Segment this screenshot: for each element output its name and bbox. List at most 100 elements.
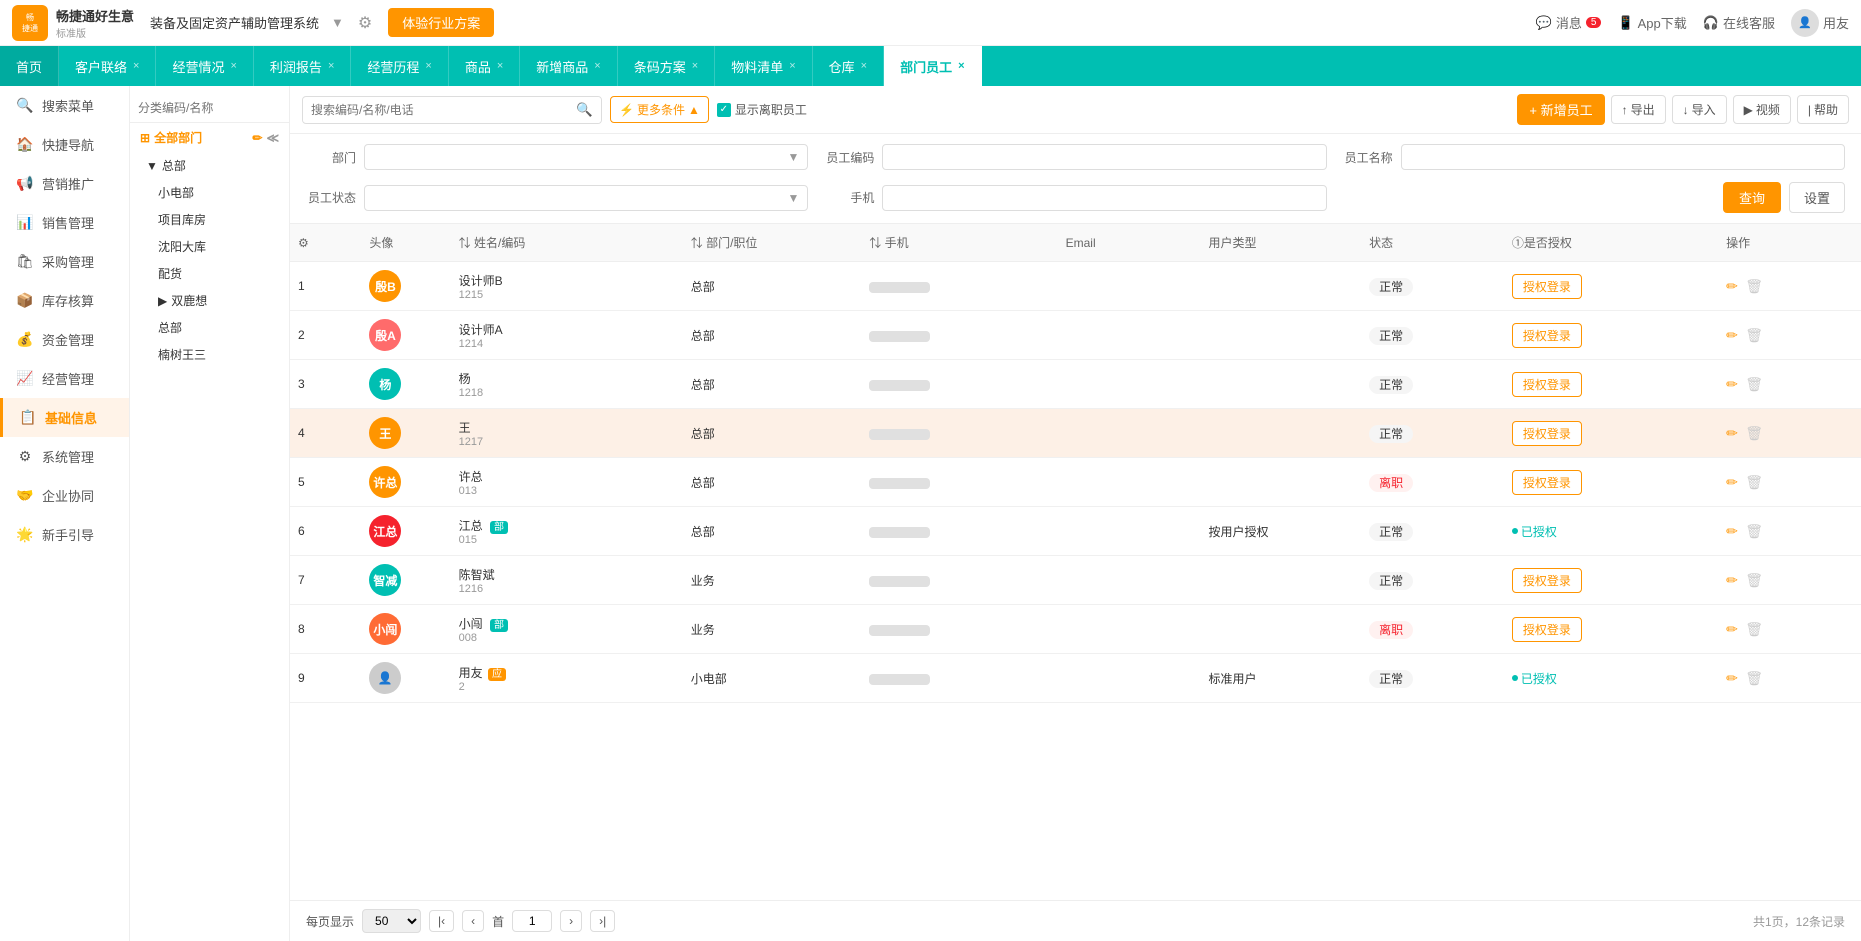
add-employee-button[interactable]: + 新增员工 bbox=[1517, 94, 1604, 125]
show-resigned-toggle[interactable]: ✓ 显示离职员工 bbox=[717, 101, 807, 118]
th-name[interactable]: ⇅ 姓名/编码 bbox=[451, 224, 683, 262]
sidebar-item-system[interactable]: ⚙ 系统管理 bbox=[0, 437, 129, 476]
authorize-button[interactable]: 授权登录 bbox=[1512, 568, 1582, 593]
edit-button[interactable]: ✏ bbox=[1726, 327, 1738, 343]
sidebar-item-sales[interactable]: 📊 销售管理 bbox=[0, 203, 129, 242]
delete-button[interactable]: 🗑 bbox=[1745, 376, 1763, 392]
edit-button[interactable]: ✏ bbox=[1726, 621, 1738, 637]
dept-node-xiangmu[interactable]: 项目库房 bbox=[130, 206, 289, 233]
app-download-btn[interactable]: 📱 App下载 bbox=[1617, 13, 1686, 32]
sidebar-item-nav[interactable]: 🏠 快捷导航 bbox=[0, 125, 129, 164]
edit-button[interactable]: ✏ bbox=[1726, 278, 1738, 294]
th-settings[interactable]: ⚙ bbox=[290, 224, 361, 262]
dept-node-nanshu[interactable]: 楠树王三 bbox=[130, 341, 289, 368]
message-btn[interactable]: 💬 消息 5 bbox=[1536, 13, 1602, 32]
close-icon[interactable]: × bbox=[230, 60, 236, 72]
edit-button[interactable]: ✏ bbox=[1726, 474, 1738, 490]
delete-button[interactable]: 🗑 bbox=[1745, 278, 1763, 294]
th-dept[interactable]: ⇅ 部门/职位 bbox=[683, 224, 862, 262]
th-phone[interactable]: ⇅ 手机 bbox=[861, 224, 1057, 262]
tab-barcode[interactable]: 条码方案× bbox=[618, 46, 715, 86]
close-icon[interactable]: × bbox=[692, 60, 698, 72]
tab-warehouse[interactable]: 仓库× bbox=[813, 46, 884, 86]
tab-employees[interactable]: 部门员工× bbox=[884, 46, 981, 86]
tab-customer[interactable]: 客户联络× bbox=[59, 46, 156, 86]
delete-button[interactable]: 🗑 bbox=[1745, 327, 1763, 343]
sidebar-item-basic[interactable]: 📋 基础信息 bbox=[0, 398, 129, 437]
delete-button[interactable]: 🗑 bbox=[1745, 670, 1763, 686]
status-filter-select[interactable]: ▼ bbox=[364, 185, 808, 211]
service-btn[interactable]: 🎧 在线客服 bbox=[1703, 13, 1775, 32]
view-button[interactable]: ▶ 视频 bbox=[1733, 95, 1791, 124]
delete-button[interactable]: 🗑 bbox=[1745, 474, 1763, 490]
set-button[interactable]: 设置 bbox=[1789, 182, 1845, 213]
sidebar-item-finance[interactable]: 💰 资金管理 bbox=[0, 320, 129, 359]
next-page-btn[interactable]: › bbox=[560, 910, 582, 932]
first-page-btn[interactable]: |‹ bbox=[429, 910, 454, 932]
authorize-button[interactable]: 授权登录 bbox=[1512, 372, 1582, 397]
edit-button[interactable]: ✏ bbox=[1726, 670, 1738, 686]
authorize-button[interactable]: 授权登录 bbox=[1512, 470, 1582, 495]
sidebar-item-management[interactable]: 📈 经营管理 bbox=[0, 359, 129, 398]
authorize-button[interactable]: 授权登录 bbox=[1512, 617, 1582, 642]
search-button[interactable]: 🔍 bbox=[568, 97, 601, 123]
gear-icon[interactable]: ⚙ bbox=[358, 13, 372, 33]
tab-goods[interactable]: 商品× bbox=[449, 46, 520, 86]
query-button[interactable]: 查询 bbox=[1723, 182, 1781, 213]
edit-button[interactable]: ✏ bbox=[1726, 523, 1738, 539]
search-input[interactable] bbox=[303, 98, 568, 122]
trial-button[interactable]: 体验行业方案 bbox=[388, 8, 494, 37]
dept-filter-select[interactable]: ▼ bbox=[364, 144, 808, 170]
sidebar-item-purchase[interactable]: 🛍 采购管理 bbox=[0, 242, 129, 281]
tab-home[interactable]: 首页 bbox=[0, 46, 59, 86]
code-filter-input[interactable] bbox=[882, 144, 1326, 170]
user-btn[interactable]: 👤 用友 bbox=[1791, 9, 1849, 37]
dept-node-head[interactable]: ▼ 总部 bbox=[130, 152, 289, 179]
page-input[interactable] bbox=[512, 910, 552, 932]
tab-bom[interactable]: 物料清单× bbox=[715, 46, 812, 86]
delete-button[interactable]: 🗑 bbox=[1745, 425, 1763, 441]
close-icon[interactable]: × bbox=[425, 60, 431, 72]
collapse-icon[interactable]: ≪ bbox=[266, 131, 279, 145]
close-icon[interactable]: × bbox=[594, 60, 600, 72]
sidebar-item-marketing[interactable]: 📢 营销推广 bbox=[0, 164, 129, 203]
last-page-btn[interactable]: ›| bbox=[590, 910, 615, 932]
edit-icon[interactable]: ✏ bbox=[252, 131, 262, 145]
more-filter-btn[interactable]: ⚡ 更多条件 ▲ bbox=[610, 96, 709, 123]
dept-search-input[interactable] bbox=[138, 101, 290, 115]
tab-operation[interactable]: 经营情况× bbox=[156, 46, 253, 86]
delete-button[interactable]: 🗑 bbox=[1745, 621, 1763, 637]
dept-node-peihuo[interactable]: 配货 bbox=[130, 260, 289, 287]
close-icon[interactable]: × bbox=[497, 60, 503, 72]
tab-profit[interactable]: 利润报告× bbox=[254, 46, 351, 86]
edit-button[interactable]: ✏ bbox=[1726, 572, 1738, 588]
authorize-button[interactable]: 授权登录 bbox=[1512, 323, 1582, 348]
dept-node-shuanglu[interactable]: ▶ 双鹿想 bbox=[130, 287, 289, 314]
sidebar-item-search[interactable]: 🔍 搜索菜单 bbox=[0, 86, 129, 125]
sidebar-item-collab[interactable]: 🤝 企业协同 bbox=[0, 476, 129, 515]
authorize-button[interactable]: 授权登录 bbox=[1512, 274, 1582, 299]
close-icon[interactable]: × bbox=[861, 60, 867, 72]
close-icon[interactable]: × bbox=[789, 60, 795, 72]
close-icon[interactable]: × bbox=[133, 60, 139, 72]
delete-button[interactable]: 🗑 bbox=[1745, 572, 1763, 588]
phone-filter-input[interactable] bbox=[882, 185, 1326, 211]
name-filter-input[interactable] bbox=[1401, 144, 1845, 170]
close-icon[interactable]: × bbox=[328, 60, 334, 72]
edit-button[interactable]: ✏ bbox=[1726, 425, 1738, 441]
prev-page-btn[interactable]: ‹ bbox=[462, 910, 484, 932]
export-button[interactable]: ↑ 导出 bbox=[1611, 95, 1666, 124]
close-icon[interactable]: × bbox=[958, 60, 964, 72]
dept-node-xiaodibu[interactable]: 小电部 bbox=[130, 179, 289, 206]
dept-node-shenyang[interactable]: 沈阳大库 bbox=[130, 233, 289, 260]
dept-node-zongbu[interactable]: 总部 bbox=[130, 314, 289, 341]
sidebar-item-inventory[interactable]: 📦 库存核算 bbox=[0, 281, 129, 320]
page-size-select[interactable]: 50 100 200 bbox=[362, 909, 421, 933]
edit-button[interactable]: ✏ bbox=[1726, 376, 1738, 392]
tab-add-goods[interactable]: 新增商品× bbox=[520, 46, 617, 86]
help-button[interactable]: | 帮助 bbox=[1797, 95, 1849, 124]
import-button[interactable]: ↓ 导入 bbox=[1672, 95, 1727, 124]
delete-button[interactable]: 🗑 bbox=[1745, 523, 1763, 539]
sidebar-item-guide[interactable]: 🌟 新手引导 bbox=[0, 515, 129, 554]
tab-history[interactable]: 经营历程× bbox=[351, 46, 448, 86]
